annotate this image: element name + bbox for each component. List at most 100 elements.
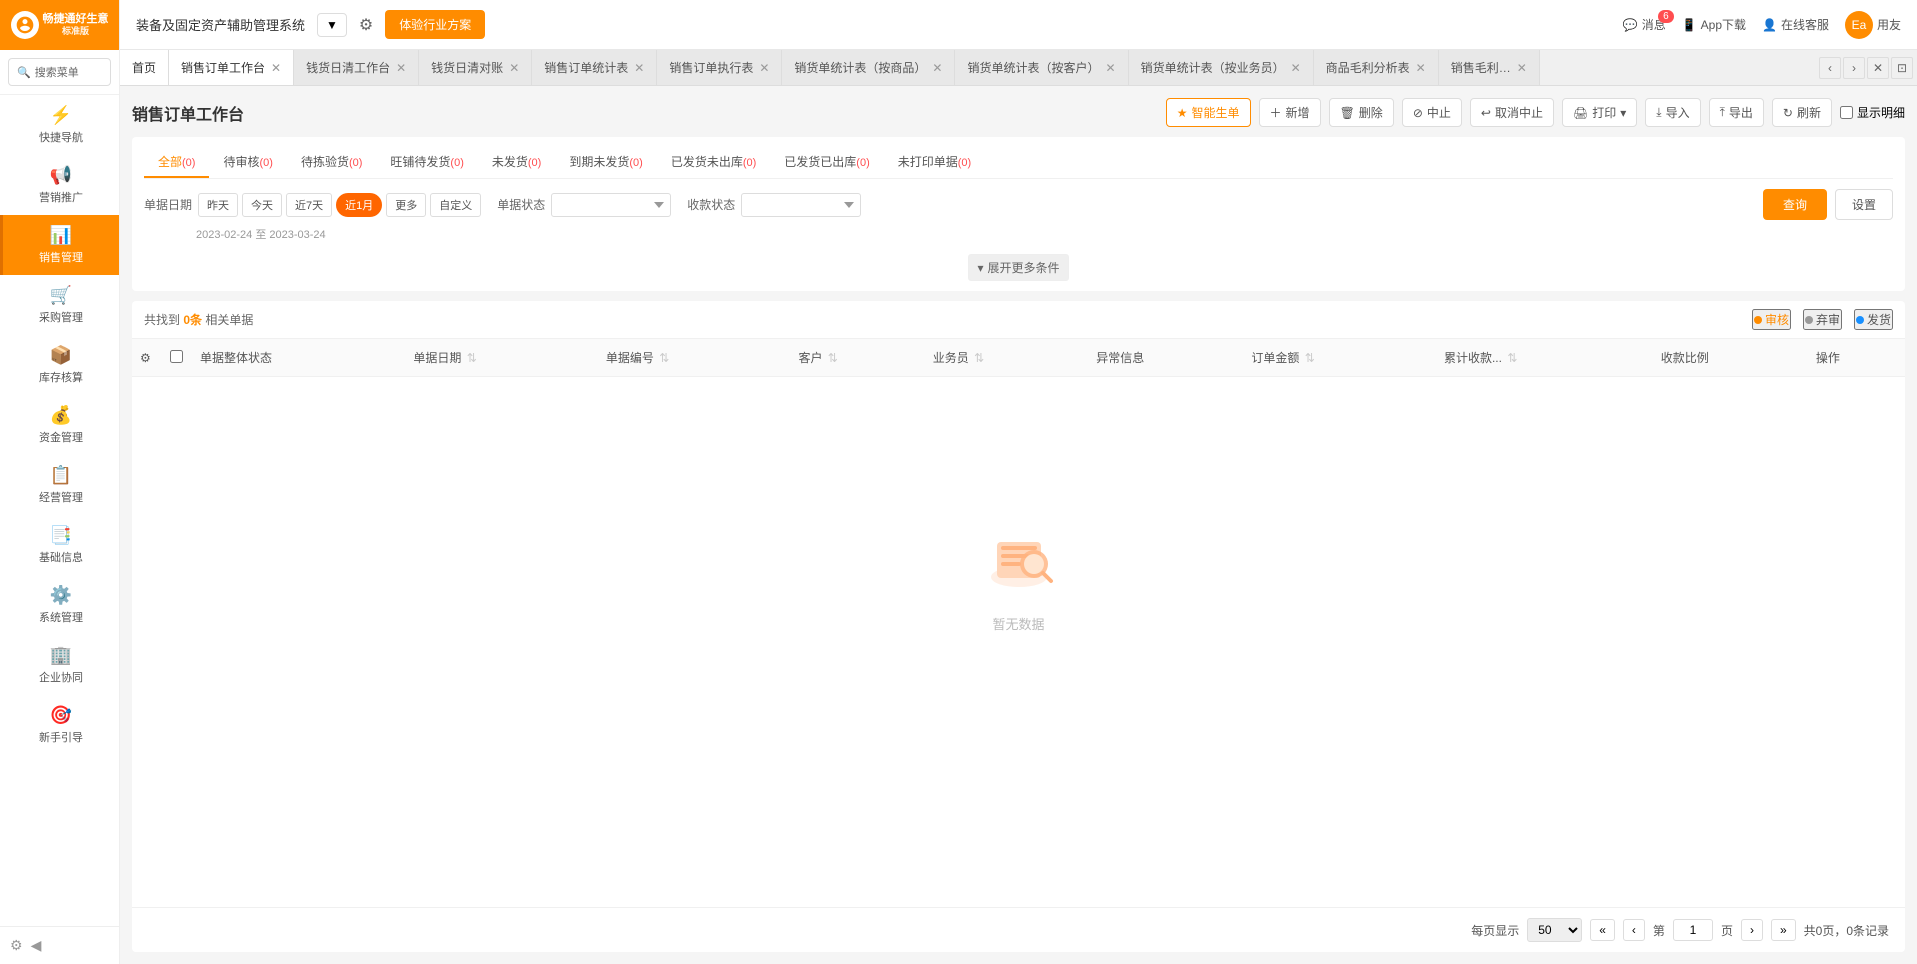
sidebar-item-system[interactable]: ⚙️ 系统管理 bbox=[0, 575, 119, 635]
tab-close-sales-total[interactable]: ✕ bbox=[1517, 62, 1527, 74]
sidebar-item-inventory[interactable]: 📦 库存核算 bbox=[0, 335, 119, 395]
refresh-button[interactable]: ↻ 刷新 bbox=[1772, 98, 1832, 127]
sidebar-item-basics[interactable]: 📑 基础信息 bbox=[0, 515, 119, 575]
ship-bulk-button[interactable]: 发货 bbox=[1854, 309, 1893, 330]
app-dropdown-button[interactable]: ▼ bbox=[317, 13, 347, 37]
tab-close-cash-reconcile[interactable]: ✕ bbox=[509, 62, 519, 74]
tab-close-sales-exec[interactable]: ✕ bbox=[759, 62, 769, 74]
tab-sales-stats[interactable]: 销售订单统计表 ✕ bbox=[532, 50, 657, 85]
payment-select[interactable] bbox=[741, 193, 861, 217]
tab-gross-profit[interactable]: 商品毛利分析表 ✕ bbox=[1314, 50, 1439, 85]
select-all-checkbox[interactable] bbox=[170, 350, 183, 363]
col-collected[interactable]: 累计收款... ⇅ bbox=[1436, 339, 1653, 377]
smart-create-button[interactable]: 智能生单 bbox=[1166, 98, 1251, 127]
tab-sales-summary-customer[interactable]: 销货单统计表（按客户） ✕ bbox=[955, 50, 1128, 85]
date-yesterday-btn[interactable]: 昨天 bbox=[198, 193, 238, 217]
date-more-btn[interactable]: 更多 bbox=[386, 193, 426, 217]
sidebar-item-purchase[interactable]: 🛒 采购管理 bbox=[0, 275, 119, 335]
date-7days-btn[interactable]: 近7天 bbox=[286, 193, 332, 217]
first-page-button[interactable]: « bbox=[1590, 919, 1615, 941]
tab-next-button[interactable]: › bbox=[1843, 57, 1865, 79]
sidebar-item-marketing[interactable]: 📢 营销推广 bbox=[0, 155, 119, 215]
unapprove-button[interactable]: 弃审 bbox=[1803, 309, 1842, 330]
add-button[interactable]: ＋ 新增 bbox=[1259, 98, 1321, 127]
tab-close-cash-daily[interactable]: ✕ bbox=[396, 62, 406, 74]
tab-close-gross-profit[interactable]: ✕ bbox=[1416, 62, 1426, 74]
online-service-button[interactable]: 👤 在线客服 bbox=[1762, 16, 1829, 33]
user-menu[interactable]: Ea 用友 bbox=[1845, 11, 1901, 39]
filter-tab-pending-inspect[interactable]: 待拣验货(0) bbox=[287, 147, 376, 178]
delete-button[interactable]: 🗑 删除 bbox=[1329, 98, 1394, 127]
cancel-stop-button[interactable]: ↩ 取消中止 bbox=[1470, 98, 1554, 127]
tab-sales-summary-staff[interactable]: 销货单统计表（按业务员） ✕ bbox=[1129, 50, 1314, 85]
search-menu-button[interactable]: 🔍 搜索菜单 bbox=[8, 58, 111, 86]
page-size-select[interactable]: 50 100 200 bbox=[1527, 918, 1582, 942]
sidebar-item-quick-nav[interactable]: ⚡ 快捷导航 bbox=[0, 95, 119, 155]
sidebar-item-sales[interactable]: 📊 销售管理 bbox=[0, 215, 119, 275]
tab-cash-daily[interactable]: 钱货日清工作台 ✕ bbox=[294, 50, 419, 85]
sidebar-item-guide[interactable]: 🎯 新手引导 bbox=[0, 695, 119, 755]
tab-prev-button[interactable]: ‹ bbox=[1819, 57, 1841, 79]
set-button[interactable]: 设置 bbox=[1835, 189, 1893, 220]
tab-home[interactable]: 首页 bbox=[120, 50, 169, 85]
filter-tab-not-printed[interactable]: 未打印单据(0) bbox=[884, 147, 985, 178]
tab-menu-button[interactable]: ⊡ bbox=[1891, 57, 1913, 79]
app-download-button[interactable]: 📱 App下载 bbox=[1682, 16, 1746, 33]
export-button[interactable]: ⤒ 导出 bbox=[1709, 98, 1764, 127]
tab-close-sales-summary-customer[interactable]: ✕ bbox=[1106, 62, 1116, 74]
tab-close-sales-stats[interactable]: ✕ bbox=[634, 62, 644, 74]
expand-conditions-button[interactable]: ▾ 展开更多条件 bbox=[968, 254, 1068, 281]
collapse-button[interactable]: ◀ bbox=[31, 937, 42, 954]
filter-tab-wangpu-ship[interactable]: 旺铺待发货(0) bbox=[376, 147, 477, 178]
next-page-button[interactable]: › bbox=[1741, 919, 1763, 941]
user-avatar: Ea bbox=[1845, 11, 1873, 39]
tab-close-all-button[interactable]: ✕ bbox=[1867, 57, 1889, 79]
approve-button[interactable]: 审核 bbox=[1752, 309, 1791, 330]
status-select[interactable] bbox=[551, 193, 671, 217]
tab-bar: 首页 销售订单工作台 ✕ 钱货日清工作台 ✕ 钱货日清对账 ✕ 销售订单统计表 … bbox=[120, 50, 1917, 86]
sidebar-item-enterprise[interactable]: 🏢 企业协同 bbox=[0, 635, 119, 695]
gear-button[interactable]: ⚙ bbox=[359, 15, 373, 35]
payment-filter-item: 收款状态 bbox=[687, 193, 861, 217]
col-date[interactable]: 单据日期 ⇅ bbox=[405, 339, 598, 377]
sidebar-item-finance[interactable]: 💰 资金管理 bbox=[0, 395, 119, 455]
tab-sales-summary-product[interactable]: 销货单统计表（按商品） ✕ bbox=[782, 50, 955, 85]
filter-tab-not-shipped[interactable]: 未发货(0) bbox=[478, 147, 555, 178]
col-amount[interactable]: 订单金额 ⇅ bbox=[1243, 339, 1436, 377]
stop-button[interactable]: ⊘ 中止 bbox=[1402, 98, 1462, 127]
filter-tab-pending-review[interactable]: 待审核(0) bbox=[209, 147, 286, 178]
print-button[interactable]: 🖨 打印 ▾ bbox=[1562, 98, 1637, 127]
tab-cash-reconcile[interactable]: 钱货日清对账 ✕ bbox=[419, 50, 532, 85]
col-customer[interactable]: 客户 ⇅ bbox=[790, 339, 924, 377]
prev-page-button[interactable]: ‹ bbox=[1623, 919, 1645, 941]
date-1month-btn[interactable]: 近1月 bbox=[336, 193, 382, 217]
tab-close-sales-summary-product[interactable]: ✕ bbox=[932, 62, 942, 74]
tab-close-sales-workbench[interactable]: ✕ bbox=[271, 62, 281, 74]
filter-tab-all[interactable]: 全部(0) bbox=[144, 147, 209, 178]
tab-sales-workbench[interactable]: 销售订单工作台 ✕ bbox=[169, 50, 294, 85]
filter-tab-shipped-out[interactable]: 已发货已出库(0) bbox=[770, 147, 883, 178]
tab-sales-exec[interactable]: 销售订单执行表 ✕ bbox=[657, 50, 782, 85]
messages-button[interactable]: 💬 消息 6 bbox=[1623, 16, 1666, 33]
tab-close-sales-summary-staff[interactable]: ✕ bbox=[1291, 62, 1301, 74]
col-number[interactable]: 单据编号 ⇅ bbox=[598, 339, 791, 377]
tab-sales-total[interactable]: 销售毛利… ✕ bbox=[1439, 50, 1540, 85]
show-detail-label[interactable]: 显示明细 bbox=[1840, 104, 1905, 121]
experience-button[interactable]: 体验行业方案 bbox=[385, 10, 485, 39]
show-detail-checkbox[interactable] bbox=[1840, 106, 1853, 119]
col-salesperson[interactable]: 业务员 ⇅ bbox=[925, 339, 1088, 377]
import-button[interactable]: ⤓ 导入 bbox=[1645, 98, 1700, 127]
tab-navigation-buttons: ‹ › ✕ ⊡ bbox=[1815, 57, 1917, 79]
settings-bottom-button[interactable]: ⚙ bbox=[10, 937, 23, 954]
date-custom-btn[interactable]: 自定义 bbox=[430, 193, 481, 217]
sidebar-item-operations[interactable]: 📋 经营管理 bbox=[0, 455, 119, 515]
expand-icon: ▾ bbox=[977, 261, 983, 275]
collected-sort-icon: ⇅ bbox=[1507, 351, 1517, 365]
filter-tab-overdue-ship[interactable]: 到期未发货(0) bbox=[555, 147, 656, 178]
date-today-btn[interactable]: 今天 bbox=[242, 193, 282, 217]
query-button[interactable]: 查询 bbox=[1763, 189, 1827, 220]
last-page-button[interactable]: » bbox=[1771, 919, 1796, 941]
page-number-input[interactable] bbox=[1673, 919, 1713, 941]
settings-icon[interactable]: ⚙ bbox=[140, 351, 151, 365]
filter-tab-shipped-not-out[interactable]: 已发货未出库(0) bbox=[657, 147, 770, 178]
